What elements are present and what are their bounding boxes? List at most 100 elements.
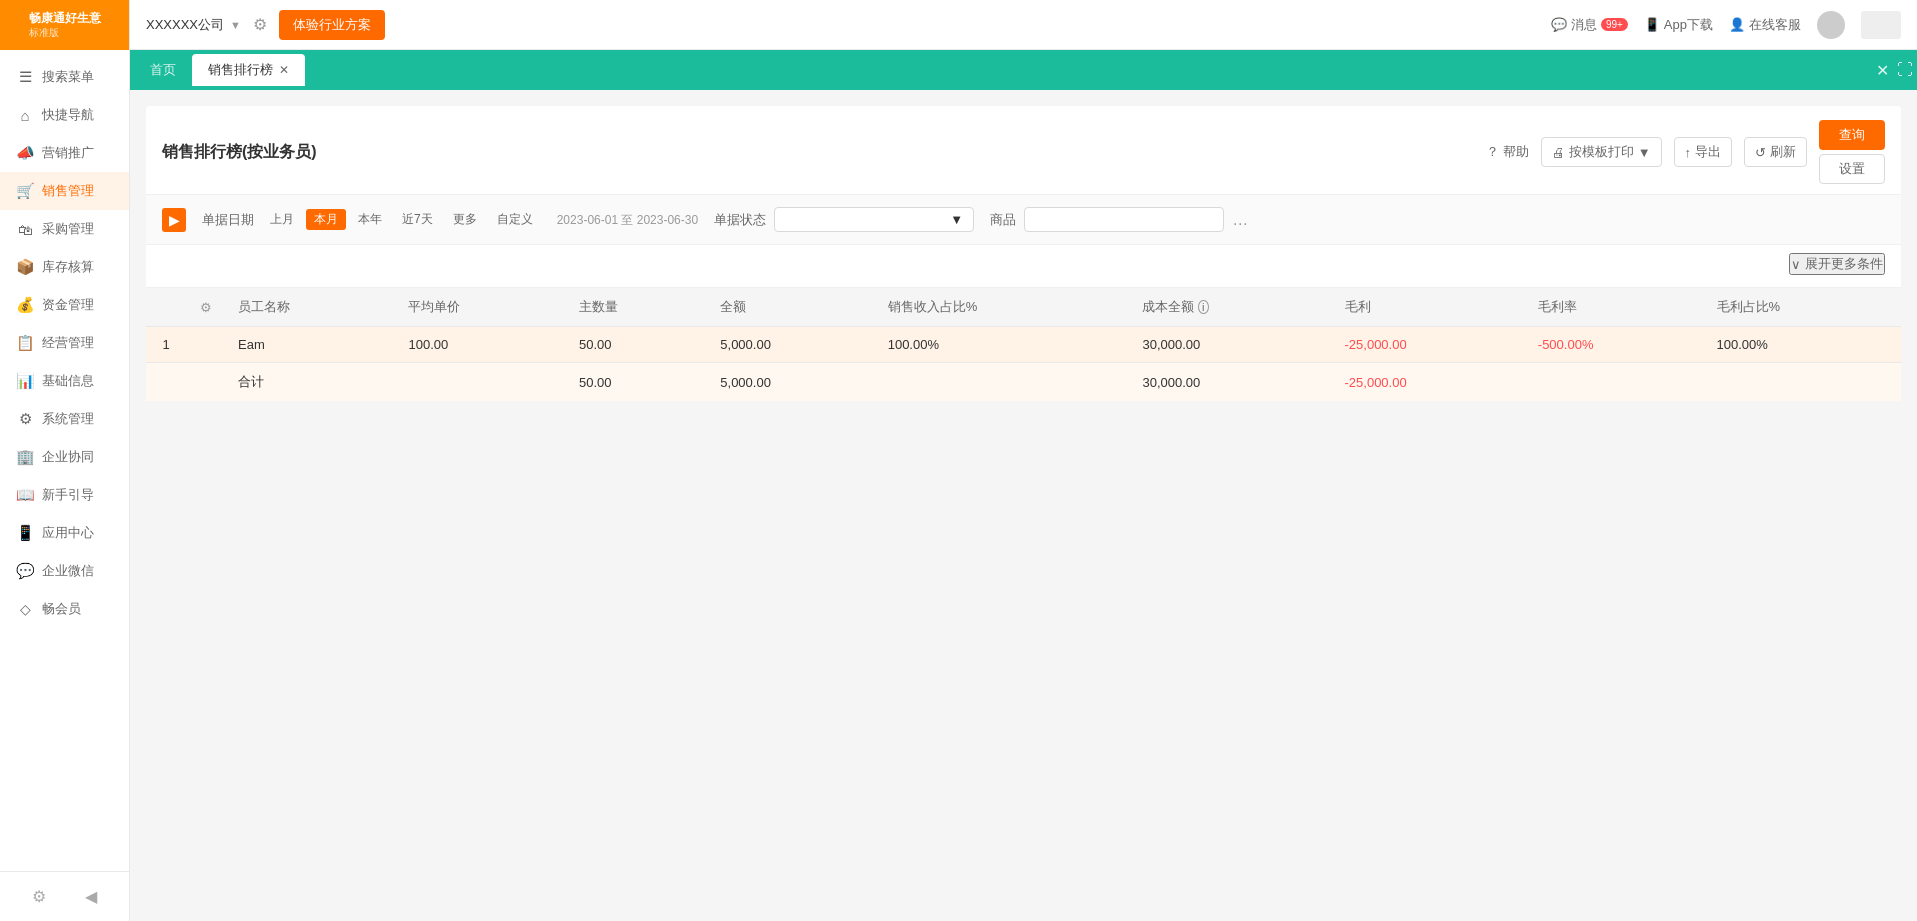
footer-cost: 30,000.00 bbox=[1130, 363, 1332, 402]
sidebar-item-label: 基础信息 bbox=[42, 372, 94, 390]
trial-button[interactable]: 体验行业方案 bbox=[279, 10, 385, 40]
sidebar-item-label: 企业协同 bbox=[42, 448, 94, 466]
status-select[interactable]: ▼ bbox=[774, 207, 974, 232]
operations-icon: 📋 bbox=[16, 334, 34, 352]
last-7-days-btn[interactable]: 近7天 bbox=[394, 209, 441, 230]
goods-filter-group: 商品 … bbox=[990, 207, 1248, 232]
footer-label: 合计 bbox=[226, 363, 396, 402]
date-filter-group: 单据日期 上月 本月 本年 近7天 更多 自定义 bbox=[202, 209, 541, 230]
goods-filter-label: 商品 bbox=[990, 211, 1016, 229]
chevron-right-icon: ▶ bbox=[169, 212, 180, 228]
tab-maximize-icon[interactable]: ⛶ bbox=[1897, 61, 1913, 79]
menu-icon: ☰ bbox=[16, 68, 34, 86]
current-month-btn[interactable]: 本月 bbox=[306, 209, 346, 230]
prev-month-btn[interactable]: 上月 bbox=[262, 209, 302, 230]
expand-icon: ∨ bbox=[1791, 257, 1801, 272]
col-profit-rate: 毛利率 bbox=[1526, 288, 1705, 327]
page-title: 销售排行榜(按业务员) bbox=[162, 142, 317, 163]
export-button[interactable]: ↑ 导出 bbox=[1674, 137, 1733, 167]
filter-bar: ▶ 单据日期 上月 本月 本年 近7天 更多 自定义 2023-06-01 至 … bbox=[146, 195, 1901, 245]
enterprise-icon: 🏢 bbox=[16, 448, 34, 466]
expand-conditions-btn[interactable]: ∨ 展开更多条件 bbox=[1789, 253, 1885, 275]
cost-info-icon[interactable]: i bbox=[1198, 300, 1208, 314]
message-button[interactable]: 💬 消息 99+ bbox=[1551, 16, 1628, 34]
more-options-icon[interactable]: … bbox=[1232, 211, 1248, 229]
sidebar-item-app-center[interactable]: 📱 应用中心 bbox=[0, 514, 129, 552]
tab-sales-rank[interactable]: 销售排行榜 ✕ bbox=[192, 54, 305, 86]
cell-profit-pct: 100.00% bbox=[1705, 327, 1902, 363]
col-qty: 主数量 bbox=[567, 288, 708, 327]
page-header: 销售排行榜(按业务员) ？ 帮助 🖨 按模板打印 ▼ ↑ 导出 ↺ 刷新 bbox=[146, 106, 1901, 195]
footer-avg-price bbox=[396, 363, 566, 402]
refresh-button[interactable]: ↺ 刷新 bbox=[1744, 137, 1807, 167]
sidebar-item-search-order[interactable]: ☰ 搜索菜单 bbox=[0, 58, 129, 96]
avatar[interactable] bbox=[1817, 11, 1845, 39]
finance-icon: 💰 bbox=[16, 296, 34, 314]
cell-rank: 1 bbox=[146, 327, 186, 363]
tab-close-all-icon[interactable]: ✕ bbox=[1876, 61, 1889, 80]
wechat-icon: 💬 bbox=[16, 562, 34, 580]
online-service-button[interactable]: 👤 在线客服 bbox=[1729, 16, 1801, 34]
col-profit: 毛利 bbox=[1333, 288, 1526, 327]
main-content: 销售排行榜(按业务员) ？ 帮助 🖨 按模板打印 ▼ ↑ 导出 ↺ 刷新 bbox=[130, 90, 1917, 921]
more-btn[interactable]: 更多 bbox=[445, 209, 485, 230]
tab-close-icon[interactable]: ✕ bbox=[279, 63, 289, 77]
sidebar-item-system[interactable]: ⚙ 系统管理 bbox=[0, 400, 129, 438]
template-print-button[interactable]: 🖨 按模板打印 ▼ bbox=[1541, 137, 1662, 167]
sidebar-item-marketing[interactable]: 📣 营销推广 bbox=[0, 134, 129, 172]
table-wrapper: ⚙ 员工名称 平均单价 主数量 全额 销售收入占比% 成本全额 i 毛利 毛利率… bbox=[146, 288, 1901, 401]
tab-bar-right: ✕ ⛶ bbox=[1876, 61, 1913, 80]
basics-icon: 📊 bbox=[16, 372, 34, 390]
sidebar-item-guide[interactable]: 📖 新手引导 bbox=[0, 476, 129, 514]
cell-profit-rate: -500.00% bbox=[1526, 327, 1705, 363]
sidebar-item-finance[interactable]: 💰 资金管理 bbox=[0, 286, 129, 324]
sidebar-item-quick-nav[interactable]: ⌂ 快捷导航 bbox=[0, 96, 129, 134]
sidebar-item-basics[interactable]: 📊 基础信息 bbox=[0, 362, 129, 400]
sidebar-item-enterprise[interactable]: 🏢 企业协同 bbox=[0, 438, 129, 476]
sidebar-item-label: 经营管理 bbox=[42, 334, 94, 352]
query-button[interactable]: 查询 bbox=[1819, 120, 1885, 150]
footer-profit: -25,000.00 bbox=[1333, 363, 1526, 402]
sidebar-item-label: 企业微信 bbox=[42, 562, 94, 580]
col-name: 员工名称 bbox=[226, 288, 396, 327]
export-icon: ↑ bbox=[1685, 145, 1692, 160]
col-sales-pct: 销售收入占比% bbox=[876, 288, 1131, 327]
filter-toggle-btn[interactable]: ▶ bbox=[162, 208, 186, 232]
footer-profit-rate bbox=[1526, 363, 1705, 402]
guide-icon: 📖 bbox=[16, 486, 34, 504]
current-year-btn[interactable]: 本年 bbox=[350, 209, 390, 230]
sidebar-navigation: ☰ 搜索菜单 ⌂ 快捷导航 📣 营销推广 🛒 销售管理 🛍 采购管理 📦 库存核… bbox=[0, 50, 129, 871]
sales-icon: 🛒 bbox=[16, 182, 34, 200]
message-label: 消息 bbox=[1571, 16, 1597, 34]
inventory-icon: 📦 bbox=[16, 258, 34, 276]
goods-input[interactable] bbox=[1024, 207, 1224, 232]
tab-sales-rank-label: 销售排行榜 bbox=[208, 61, 273, 79]
header-settings-icon[interactable]: ⚙ bbox=[253, 15, 267, 34]
footer-amount: 5,000.00 bbox=[708, 363, 875, 402]
sidebar-item-sales[interactable]: 🛒 销售管理 bbox=[0, 172, 129, 210]
custom-btn[interactable]: 自定义 bbox=[489, 209, 541, 230]
sidebar-settings-icon[interactable]: ⚙ bbox=[32, 887, 46, 906]
company-selector[interactable]: XXXXXX公司 ▼ bbox=[146, 16, 241, 34]
footer-empty bbox=[146, 363, 186, 402]
sidebar-item-purchase[interactable]: 🛍 采购管理 bbox=[0, 210, 129, 248]
message-icon: 💬 bbox=[1551, 17, 1567, 32]
page-container: 销售排行榜(按业务员) ？ 帮助 🖨 按模板打印 ▼ ↑ 导出 ↺ 刷新 bbox=[146, 106, 1901, 401]
help-button[interactable]: ？ 帮助 bbox=[1486, 143, 1529, 161]
tab-home-label: 首页 bbox=[150, 61, 176, 79]
col-settings[interactable]: ⚙ bbox=[186, 288, 226, 327]
sidebar-item-inventory[interactable]: 📦 库存核算 bbox=[0, 248, 129, 286]
message-badge: 99+ bbox=[1601, 18, 1628, 31]
cell-settings bbox=[186, 327, 226, 363]
tab-home[interactable]: 首页 bbox=[134, 54, 192, 86]
sidebar-item-member[interactable]: ◇ 畅会员 bbox=[0, 590, 129, 628]
settings-button[interactable]: 设置 bbox=[1819, 154, 1885, 184]
sidebar-item-operations[interactable]: 📋 经营管理 bbox=[0, 324, 129, 362]
sidebar-item-label: 资金管理 bbox=[42, 296, 94, 314]
app-download-button[interactable]: 📱 App下载 bbox=[1644, 16, 1713, 34]
member-icon: ◇ bbox=[16, 601, 34, 617]
company-name: XXXXXX公司 bbox=[146, 16, 224, 34]
status-filter-label: 单据状态 bbox=[714, 211, 766, 229]
sidebar-collapse-icon[interactable]: ◀ bbox=[85, 887, 97, 906]
sidebar-item-enterprise-wechat[interactable]: 💬 企业微信 bbox=[0, 552, 129, 590]
